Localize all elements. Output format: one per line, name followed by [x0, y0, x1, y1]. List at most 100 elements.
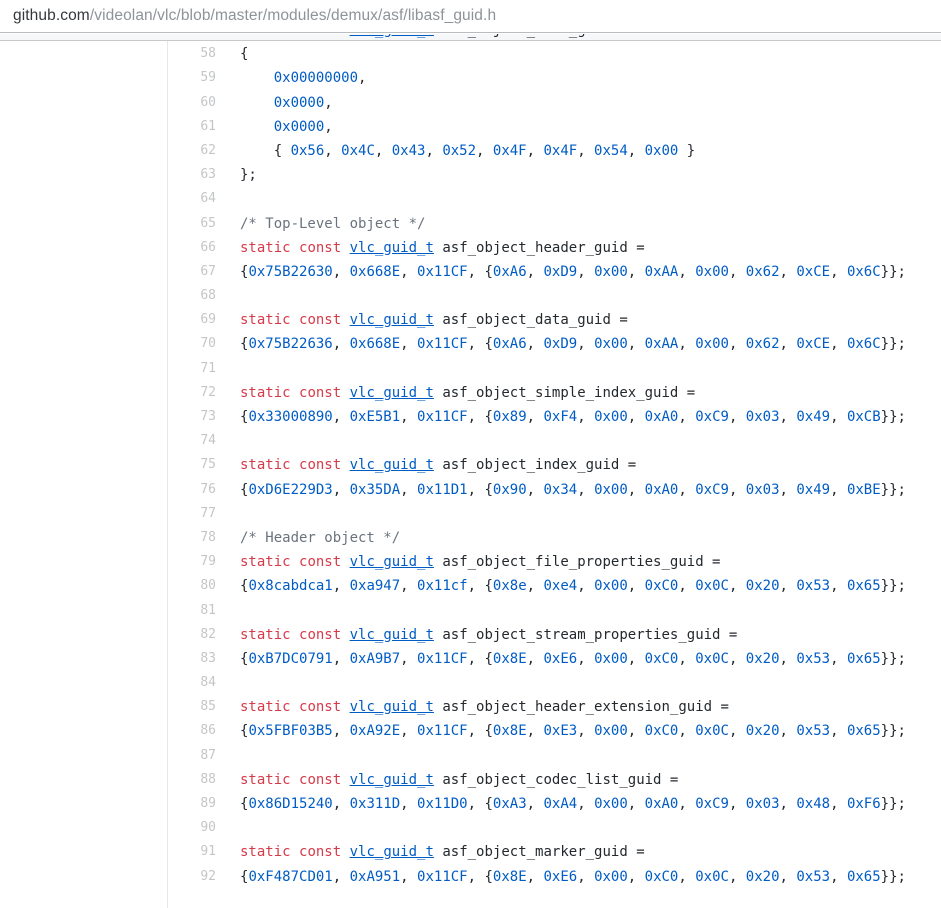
- hex-literal: 0x11CF: [417, 336, 468, 353]
- code-token: ,: [678, 409, 696, 425]
- code-token: ,: [526, 650, 544, 667]
- line-number[interactable]: 69: [167, 308, 240, 332]
- type-link[interactable]: vlc_guid_t: [350, 844, 434, 860]
- line-number[interactable]: 76: [167, 478, 240, 502]
- hex-literal: 0x00: [695, 336, 729, 353]
- code-token: ,: [526, 263, 544, 280]
- hex-literal: 0xA9B7: [349, 650, 401, 667]
- keyword: const: [299, 699, 342, 716]
- type-link[interactable]: vlc_guid_t: [350, 34, 434, 38]
- code-token: ,: [332, 796, 350, 812]
- line-number[interactable]: 61: [167, 115, 240, 139]
- line-number[interactable]: 62: [167, 139, 240, 163]
- line-number[interactable]: 60: [167, 91, 240, 115]
- hex-literal: 0x6C: [846, 263, 881, 280]
- line-number[interactable]: 91: [167, 840, 240, 864]
- code-token: ,: [728, 578, 746, 595]
- keyword: static: [240, 554, 291, 571]
- keyword: static: [240, 699, 291, 716]
- line-number[interactable]: 71: [167, 357, 240, 381]
- line-number[interactable]: 79: [167, 550, 240, 574]
- line-number[interactable]: 85: [167, 695, 240, 719]
- code-token: , {: [467, 578, 493, 595]
- code-token: ,: [577, 263, 595, 280]
- code-token: ,: [526, 409, 544, 425]
- code-token: ,: [374, 142, 392, 159]
- hex-literal: 0x4F: [492, 142, 527, 159]
- line-number[interactable]: 66: [167, 236, 240, 260]
- line-number[interactable]: 84: [167, 671, 240, 695]
- code-line: 60 0x0000,: [167, 91, 941, 115]
- line-number[interactable]: 82: [167, 623, 240, 647]
- hex-literal: 0xA3: [492, 796, 527, 812]
- line-number[interactable]: 77: [167, 502, 240, 526]
- hex-literal: 0x0C: [695, 723, 729, 740]
- type-link[interactable]: vlc_guid_t: [350, 240, 434, 256]
- line-number[interactable]: 67: [167, 260, 240, 284]
- code-token: }};: [880, 409, 906, 425]
- type-link[interactable]: vlc_guid_t: [350, 554, 434, 570]
- line-number[interactable]: 70: [167, 332, 240, 356]
- line-number[interactable]: 75: [167, 453, 240, 477]
- hex-literal: 0x49: [796, 481, 831, 498]
- code-token: ,: [627, 481, 645, 498]
- line-number[interactable]: 72: [167, 381, 240, 405]
- code-text: {0x75B22630, 0x668E, 0x11CF, {0xA6, 0xD9…: [240, 260, 941, 284]
- line-number[interactable]: 59: [167, 66, 240, 90]
- code-token: ,: [577, 409, 595, 425]
- code-token: asf_object_stream_properties_guid =: [433, 626, 738, 643]
- code-token: ,: [577, 142, 595, 159]
- code-line: 85 static const vlc_guid_t asf_object_hea…: [167, 695, 941, 719]
- type-link[interactable]: vlc_guid_t: [350, 627, 434, 643]
- code-token: }};: [880, 481, 906, 498]
- address-bar[interactable]: github.com/videolan/vlc/blob/master/modu…: [0, 0, 941, 33]
- code-token: ,: [400, 868, 418, 885]
- line-number[interactable]: 92: [167, 865, 240, 889]
- hex-literal: 0xC9: [695, 481, 729, 498]
- line-number[interactable]: 74: [167, 429, 240, 453]
- type-link[interactable]: vlc_guid_t: [350, 385, 434, 401]
- line-number[interactable]: 58: [167, 42, 240, 66]
- code-token: ,: [830, 263, 847, 280]
- hex-literal: 0x8e: [492, 578, 527, 595]
- hex-literal: 0x65: [846, 723, 881, 740]
- type-link[interactable]: vlc_guid_t: [350, 457, 434, 473]
- code-token: ,: [779, 796, 797, 812]
- hex-literal: 0x00: [594, 868, 628, 885]
- code-line: 91 static const vlc_guid_t asf_object_mar…: [167, 840, 941, 864]
- line-number[interactable]: 87: [167, 744, 240, 768]
- line-number[interactable]: 81: [167, 599, 240, 623]
- code-token: }};: [880, 868, 906, 885]
- code-token: vlc_object_root_guid =: [434, 34, 627, 38]
- hex-literal: 0x53: [796, 723, 831, 740]
- code-line: 90: [167, 816, 941, 840]
- line-number[interactable]: 89: [167, 792, 240, 816]
- line-number[interactable]: 68: [167, 284, 240, 308]
- hex-literal: 0x35DA: [349, 481, 401, 498]
- line-number[interactable]: 73: [167, 405, 240, 429]
- line-number[interactable]: 64: [167, 187, 240, 211]
- line-number[interactable]: 63: [167, 163, 240, 187]
- code-token: asf_object_header_guid =: [433, 239, 645, 256]
- keyword: const: [299, 34, 341, 38]
- line-number[interactable]: 88: [167, 768, 240, 792]
- line-number[interactable]: 80: [167, 574, 240, 598]
- hex-literal: 0x00000000: [273, 70, 359, 87]
- code-token: ,: [627, 796, 645, 812]
- line-number[interactable]: 90: [167, 816, 240, 840]
- line-number[interactable]: 65: [167, 212, 240, 236]
- hex-literal: 0x8E: [492, 650, 527, 667]
- type-link[interactable]: vlc_guid_t: [350, 772, 434, 788]
- code-text: 0x0000,: [240, 115, 941, 139]
- line-number[interactable]: 86: [167, 719, 240, 743]
- hex-literal: 0x00: [594, 481, 628, 498]
- line-number[interactable]: 78: [167, 526, 240, 550]
- type-link[interactable]: vlc_guid_t: [350, 312, 434, 328]
- line-number[interactable]: 83: [167, 647, 240, 671]
- type-link[interactable]: vlc_guid_t: [350, 699, 434, 715]
- hex-literal: 0xA0: [644, 796, 679, 812]
- hex-literal: 0xA92E: [349, 723, 401, 740]
